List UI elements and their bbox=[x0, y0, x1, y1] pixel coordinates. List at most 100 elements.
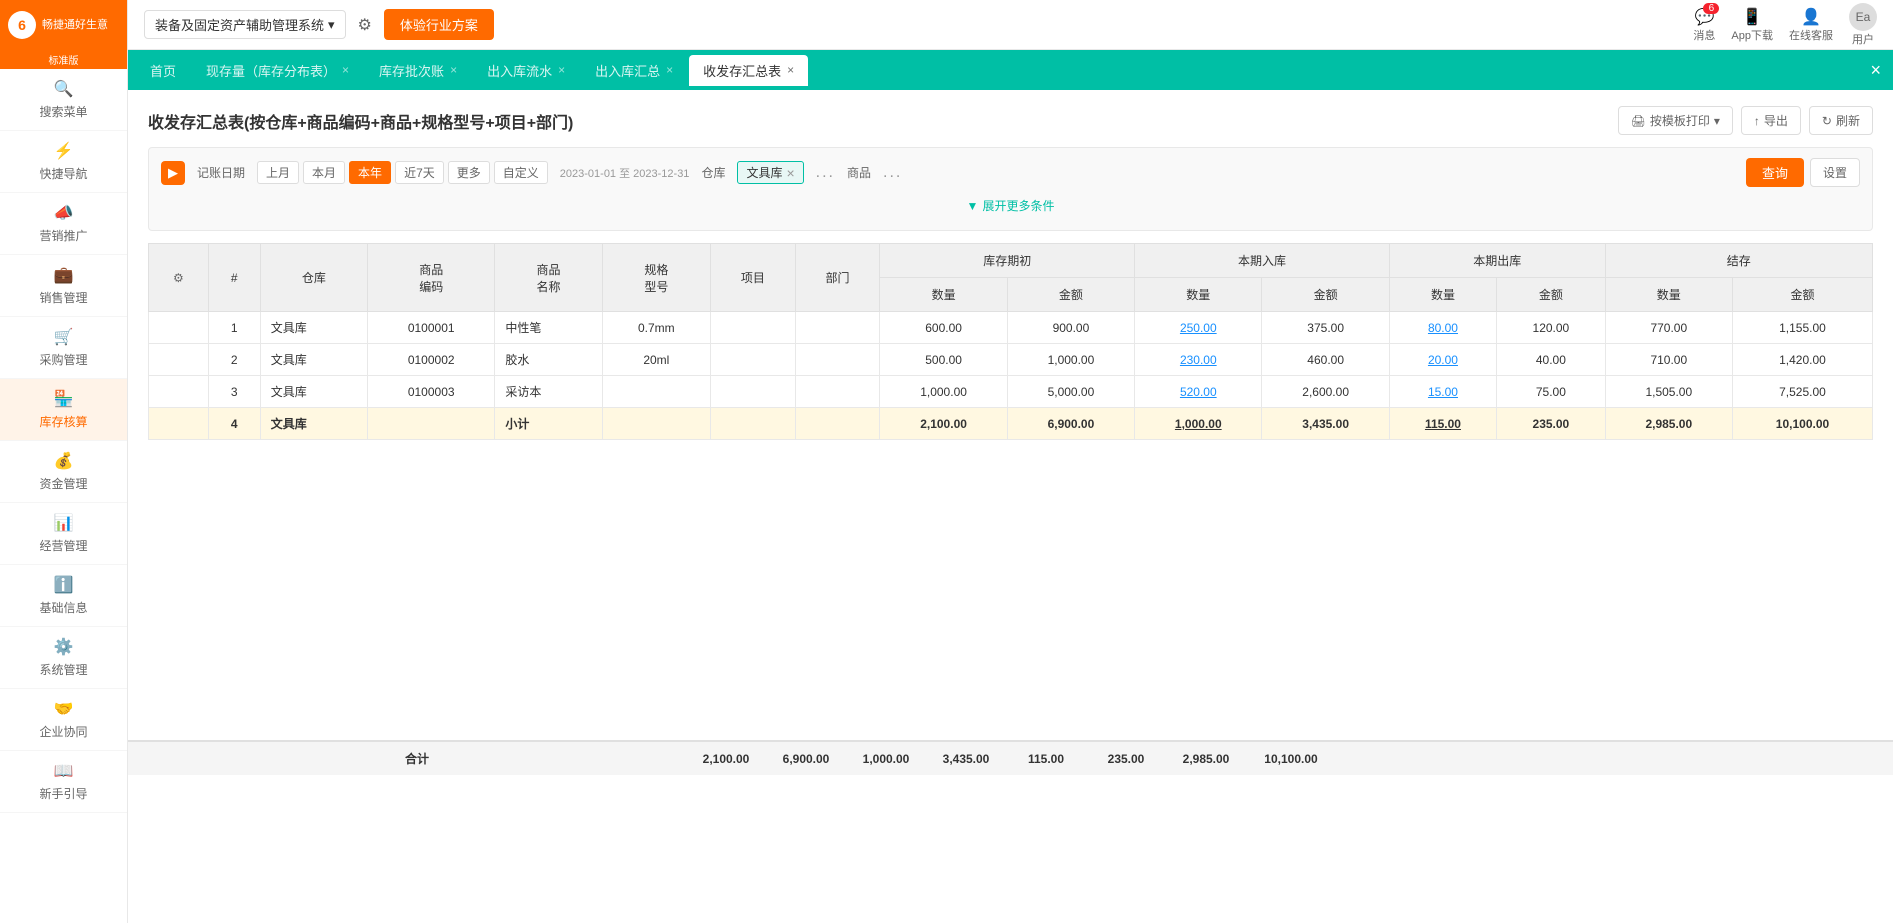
date-buttons: 上月 本月 本年 近7天 更多 自定义 bbox=[257, 161, 548, 184]
online-service-label: 在线客服 bbox=[1789, 27, 1833, 43]
row2-inbound-qty[interactable]: 230.00 bbox=[1135, 344, 1262, 376]
row2-opening-amt: 1,000.00 bbox=[1007, 344, 1134, 376]
date-btn-last-month[interactable]: 上月 bbox=[257, 161, 299, 184]
tab-flow-close[interactable]: × bbox=[558, 63, 565, 77]
row1-code: 0100001 bbox=[368, 312, 495, 344]
row3-project bbox=[711, 376, 796, 408]
warehouse-tag-close[interactable]: × bbox=[786, 166, 794, 180]
row1-goods: 中性笔 bbox=[495, 312, 602, 344]
sidebar-item-collab[interactable]: 🤝 企业协同 bbox=[0, 689, 127, 751]
refresh-btn[interactable]: ↻ 刷新 bbox=[1809, 106, 1873, 135]
filter-collapse-btn[interactable]: ▶ bbox=[161, 161, 185, 185]
row1-inbound-qty[interactable]: 250.00 bbox=[1135, 312, 1262, 344]
tab-home[interactable]: 首页 bbox=[136, 55, 190, 86]
sidebar-label-operations: 经营管理 bbox=[39, 537, 87, 554]
row3-check bbox=[149, 376, 209, 408]
online-service-action[interactable]: 👤 在线客服 bbox=[1789, 7, 1833, 43]
col-settings[interactable]: ⚙ bbox=[149, 244, 209, 312]
col-inbound-qty-header: 数量 bbox=[1135, 278, 1262, 312]
marketing-icon: 📣 bbox=[54, 203, 74, 223]
sidebar-item-search[interactable]: 🔍 搜索菜单 bbox=[0, 69, 127, 131]
row4-outbound-qty[interactable]: 115.00 bbox=[1389, 408, 1496, 440]
tab-recv-send[interactable]: 收发存汇总表 × bbox=[689, 55, 808, 86]
sidebar-item-quick[interactable]: ⚡ 快捷导航 bbox=[0, 131, 127, 193]
expand-icon: ▼ bbox=[967, 199, 979, 213]
tab-batch-close[interactable]: × bbox=[450, 63, 457, 77]
sidebar-item-guide[interactable]: 📖 新手引导 bbox=[0, 751, 127, 813]
warehouse-more-dots[interactable]: ... bbox=[816, 164, 835, 182]
row4-outbound-amt: 235.00 bbox=[1497, 408, 1606, 440]
row2-spec: 20ml bbox=[602, 344, 710, 376]
tab-batch-label: 库存批次账 bbox=[379, 61, 444, 80]
close-all-tabs[interactable]: × bbox=[1866, 56, 1885, 85]
sidebar-item-operations[interactable]: 📊 经营管理 bbox=[0, 503, 127, 565]
app-download-action[interactable]: 📱 App下载 bbox=[1731, 7, 1773, 43]
sidebar-item-sales[interactable]: 💼 销售管理 bbox=[0, 255, 127, 317]
tab-summary-close[interactable]: × bbox=[666, 63, 673, 77]
col-settings-icon[interactable]: ⚙ bbox=[173, 271, 184, 285]
table-row-subtotal: 4 文具库 小计 2,100.00 6,900.00 1,000.00 3,43… bbox=[149, 408, 1873, 440]
row2-no: 2 bbox=[208, 344, 260, 376]
sidebar-item-finance[interactable]: 💰 资金管理 bbox=[0, 441, 127, 503]
row4-goods: 小计 bbox=[495, 408, 602, 440]
sidebar-item-inventory[interactable]: 🏪 库存核算 bbox=[0, 379, 127, 441]
row2-check bbox=[149, 344, 209, 376]
footer-outbound-qty: 115.00 bbox=[1006, 752, 1086, 766]
sales-icon: 💼 bbox=[54, 265, 74, 285]
row1-inbound-amt: 375.00 bbox=[1262, 312, 1389, 344]
collab-icon: 🤝 bbox=[54, 699, 74, 719]
row1-outbound-qty[interactable]: 80.00 bbox=[1389, 312, 1496, 344]
logo-icon: 6 bbox=[8, 11, 36, 39]
date-btn-this-year[interactable]: 本年 bbox=[349, 161, 391, 184]
row2-opening-qty: 500.00 bbox=[880, 344, 1007, 376]
print-btn[interactable]: 🖨 按模板打印 ▾ bbox=[1618, 106, 1733, 135]
guide-icon: 📖 bbox=[54, 761, 74, 781]
system-selector[interactable]: 装备及固定资产辅助管理系统 ▾ bbox=[144, 10, 346, 39]
experience-btn[interactable]: 体验行业方案 bbox=[384, 9, 494, 40]
gear-icon[interactable]: ⚙ bbox=[358, 15, 372, 35]
date-btn-custom[interactable]: 自定义 bbox=[494, 161, 548, 184]
search-btn[interactable]: 查询 bbox=[1746, 158, 1804, 187]
purchase-icon: 🛒 bbox=[54, 327, 74, 347]
date-btn-7days[interactable]: 近7天 bbox=[395, 161, 444, 184]
row3-goods: 采访本 bbox=[495, 376, 602, 408]
sidebar-item-basic-info[interactable]: ℹ️ 基础信息 bbox=[0, 565, 127, 627]
col-balance-qty-header: 数量 bbox=[1605, 278, 1732, 312]
col-balance-header: 结存 bbox=[1605, 244, 1872, 278]
filter-setting-btn[interactable]: 设置 bbox=[1810, 158, 1860, 187]
row3-inbound-qty[interactable]: 520.00 bbox=[1135, 376, 1262, 408]
row2-outbound-qty[interactable]: 20.00 bbox=[1389, 344, 1496, 376]
row3-outbound-qty[interactable]: 15.00 bbox=[1389, 376, 1496, 408]
date-btn-more[interactable]: 更多 bbox=[448, 161, 490, 184]
sidebar-item-system[interactable]: ⚙️ 系统管理 bbox=[0, 627, 127, 689]
app-download-label: App下载 bbox=[1731, 27, 1773, 43]
warehouse-filter-tag: 文具库 × bbox=[737, 161, 803, 184]
export-btn[interactable]: ↑ 导出 bbox=[1741, 106, 1801, 135]
tab-summary[interactable]: 出入库汇总 × bbox=[581, 55, 687, 86]
sidebar-item-purchase[interactable]: 🛒 采购管理 bbox=[0, 317, 127, 379]
tab-recv-send-close[interactable]: × bbox=[787, 63, 794, 77]
col-project-header: 项目 bbox=[711, 244, 796, 312]
sidebar: 6 畅捷通好生意 标准版 🔍 搜索菜单 ⚡ 快捷导航 📣 营销推广 💼 销售管理… bbox=[0, 0, 128, 923]
data-table: ⚙ # 仓库 商品编码 商品名称 规格型号 项目 部门 库存期初 本期入库 本期… bbox=[148, 243, 1873, 440]
sidebar-item-marketing[interactable]: 📣 营销推广 bbox=[0, 193, 127, 255]
tab-inventory-dist-close[interactable]: × bbox=[342, 63, 349, 77]
message-action[interactable]: 💬 6 消息 bbox=[1693, 7, 1715, 43]
row4-opening-qty: 2,100.00 bbox=[880, 408, 1007, 440]
row4-inbound-qty[interactable]: 1,000.00 bbox=[1135, 408, 1262, 440]
col-inbound-amt-header: 金额 bbox=[1262, 278, 1389, 312]
row1-opening-qty: 600.00 bbox=[880, 312, 1007, 344]
expand-more-btn[interactable]: ▼ 展开更多条件 bbox=[161, 191, 1860, 220]
system-icon: ⚙️ bbox=[54, 637, 74, 657]
row2-dept bbox=[795, 344, 880, 376]
user-action[interactable]: Ea 用户 bbox=[1849, 3, 1877, 47]
tab-inventory-dist[interactable]: 现存量（库存分布表） × bbox=[192, 55, 363, 86]
tab-batch[interactable]: 库存批次账 × bbox=[365, 55, 471, 86]
row3-warehouse: 文具库 bbox=[260, 376, 367, 408]
date-btn-this-month[interactable]: 本月 bbox=[303, 161, 345, 184]
tab-flow[interactable]: 出入库流水 × bbox=[473, 55, 579, 86]
goods-more-dots[interactable]: ... bbox=[883, 164, 902, 182]
footer-inbound-amt: 3,435.00 bbox=[926, 752, 1006, 766]
footer-balance-amt: 10,100.00 bbox=[1246, 752, 1336, 766]
row4-warehouse: 文具库 bbox=[260, 408, 367, 440]
